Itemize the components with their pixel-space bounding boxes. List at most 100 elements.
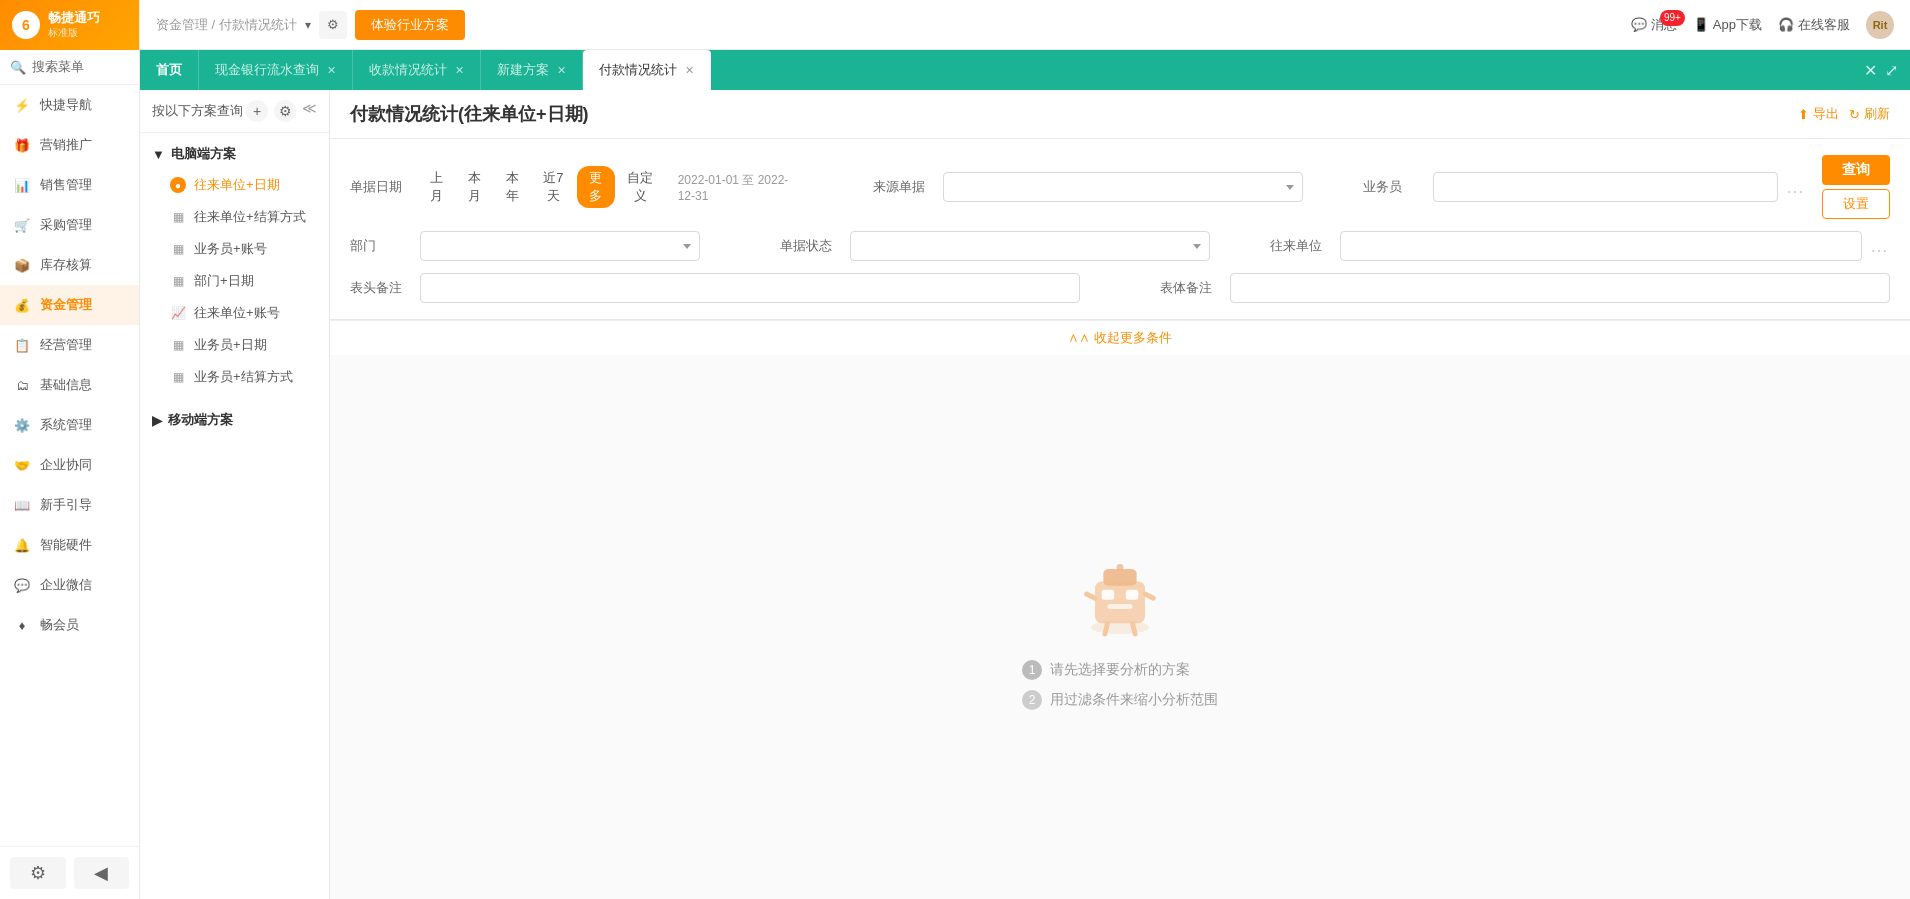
search-menu[interactable]: 🔍 搜索菜单	[0, 50, 139, 85]
sidebar-item-system[interactable]: ⚙️ 系统管理	[0, 405, 139, 445]
sidebar-items: ⚡ 快捷导航 🎁 营销推广 📊 销售管理 🛒 采购管理 📦 库存核算 💰 资金管…	[0, 85, 139, 645]
desktop-group-label: 电脑端方案	[171, 145, 236, 163]
scheme-item-salesman-account[interactable]: ▦业务员+账号	[140, 233, 329, 265]
app-download-action[interactable]: 📱 App下载	[1693, 16, 1762, 34]
breadcrumb-dropdown[interactable]: ▾	[305, 18, 311, 32]
app-label: App下载	[1713, 16, 1762, 34]
sidebar-item-enterprise[interactable]: 🤝 企业协同	[0, 445, 139, 485]
enterprise-label: 企业协同	[40, 456, 92, 474]
sidebar-item-basic-info[interactable]: 🗂 基础信息	[0, 365, 139, 405]
scheme-item-salesman-settle[interactable]: ▦业务员+结算方式	[140, 361, 329, 393]
query-button[interactable]: 查询	[1822, 155, 1890, 185]
purchase-label: 采购管理	[40, 216, 92, 234]
trial-button[interactable]: 体验行业方案	[355, 10, 465, 40]
date-btn-more[interactable]: 更多	[577, 166, 615, 208]
refresh-button[interactable]: ↻ 刷新	[1849, 105, 1890, 123]
desktop-scheme-group: ▼ 电脑端方案 ●往来单位+日期▦往来单位+结算方式▦业务员+账号▦部门+日期📈…	[140, 133, 329, 399]
tab-bank-flow[interactable]: 现金银行流水查询✕	[199, 50, 353, 90]
sidebar-item-guide[interactable]: 📖 新手引导	[0, 485, 139, 525]
tab-close-new-scheme[interactable]: ✕	[557, 64, 566, 77]
tab-close-bank-flow[interactable]: ✕	[327, 64, 336, 77]
side-panel-actions: + ⚙ ≪	[246, 100, 317, 122]
scheme-items: ●往来单位+日期▦往来单位+结算方式▦业务员+账号▦部门+日期📈往来单位+账号▦…	[140, 169, 329, 393]
settings-bottom-button[interactable]: ⚙	[10, 857, 66, 889]
empty-tip-2: 2 用过滤条件来缩小分析范围	[1022, 690, 1218, 710]
counterpart-label: 往来单位	[1270, 237, 1340, 255]
page-actions: ⬆ 导出 ↻ 刷新	[1798, 105, 1890, 123]
export-button[interactable]: ⬆ 导出	[1798, 105, 1839, 123]
source-select[interactable]	[943, 172, 1303, 202]
smart-icon: 🔔	[12, 535, 32, 555]
scheme-item-salesman-date[interactable]: ▦业务员+日期	[140, 329, 329, 361]
date-btn-custom[interactable]: 自定义	[619, 166, 662, 208]
dept-select[interactable]	[420, 231, 700, 261]
scheme-settings-button[interactable]: ⚙	[274, 100, 296, 122]
salesman-settle-icon: ▦	[170, 369, 186, 385]
close-tab-button[interactable]: ✕	[1864, 61, 1877, 80]
maximize-button[interactable]: ⤢	[1885, 61, 1898, 80]
tab-close-receipt-stats[interactable]: ✕	[455, 64, 464, 77]
svg-rect-5	[1103, 569, 1136, 586]
sidebar-item-member[interactable]: ♦ 畅会员	[0, 605, 139, 645]
page-header: 付款情况统计(往来单位+日期) ⬆ 导出 ↻ 刷新	[330, 90, 1910, 139]
date-btn-last-7-days[interactable]: 近7天	[534, 166, 573, 208]
scheme-item-counterpart-account[interactable]: 📈往来单位+账号	[140, 297, 329, 329]
sidebar-item-marketing[interactable]: 🎁 营销推广	[0, 125, 139, 165]
message-action[interactable]: 💬 消息 99+	[1631, 16, 1677, 34]
tip-number-2: 2	[1022, 690, 1042, 710]
sidebar-item-quick-nav[interactable]: ⚡ 快捷导航	[0, 85, 139, 125]
breadcrumb: 资金管理 / 付款情况统计	[156, 16, 297, 34]
date-range-value: 2022-01-01 至 2022-12-31	[678, 172, 793, 203]
collapse-bar[interactable]: ∧∧ 收起更多条件	[330, 320, 1910, 355]
sales-label: 销售管理	[40, 176, 92, 194]
export-icon: ⬆	[1798, 107, 1809, 122]
doc-status-select[interactable]	[850, 231, 1210, 261]
svg-rect-3	[1126, 590, 1139, 600]
collapse-label: 收起更多条件	[1094, 330, 1172, 345]
tabs-container: 首页现金银行流水查询✕收款情况统计✕新建方案✕付款情况统计✕	[140, 50, 711, 90]
header-note-input[interactable]	[420, 273, 1080, 303]
desktop-group-header[interactable]: ▼ 电脑端方案	[140, 139, 329, 169]
sidebar-item-smart[interactable]: 🔔 智能硬件	[0, 525, 139, 565]
date-btn-this-year[interactable]: 本年	[496, 166, 530, 208]
sidebar-item-finance[interactable]: 💰 资金管理	[0, 285, 139, 325]
counterpart-dots[interactable]: …	[1870, 236, 1890, 257]
counterpart-settle-label: 往来单位+结算方式	[194, 208, 306, 226]
operation-icon: 📋	[12, 335, 32, 355]
body-note-input[interactable]	[1230, 273, 1890, 303]
add-scheme-button[interactable]: +	[246, 100, 268, 122]
date-btn-this-month[interactable]: 本月	[458, 166, 492, 208]
header-note-label: 表头备注	[350, 279, 420, 297]
collapse-side-panel-button[interactable]: ≪	[302, 100, 317, 122]
header-gear-button[interactable]: ⚙	[319, 11, 347, 39]
user-avatar[interactable]: Rit	[1866, 11, 1894, 39]
tab-close-payment-stats[interactable]: ✕	[685, 64, 694, 77]
tab-receipt-stats[interactable]: 收款情况统计✕	[353, 50, 481, 90]
scheme-item-dept-date[interactable]: ▦部门+日期	[140, 265, 329, 297]
sidebar-item-inventory[interactable]: 📦 库存核算	[0, 245, 139, 285]
purchase-icon: 🛒	[12, 215, 32, 235]
counterpart-input[interactable]	[1340, 231, 1862, 261]
salesman-input[interactable]	[1433, 172, 1778, 202]
settings-button[interactable]: 设置	[1822, 189, 1890, 219]
filter-row-2: 部门 单据状态 往来单位 …	[350, 231, 1890, 261]
tab-payment-stats[interactable]: 付款情况统计✕	[583, 50, 711, 90]
date-btn-last-month[interactable]: 上月	[420, 166, 454, 208]
operation-label: 经营管理	[40, 336, 92, 354]
svg-line-8	[1145, 594, 1153, 598]
sidebar-item-purchase[interactable]: 🛒 采购管理	[0, 205, 139, 245]
scheme-item-counterpart-settle[interactable]: ▦往来单位+结算方式	[140, 201, 329, 233]
salesman-dots[interactable]: …	[1786, 177, 1806, 198]
collapse-sidebar-button[interactable]: ◀	[74, 857, 130, 889]
side-panel-title: 按以下方案查询	[152, 102, 243, 120]
scheme-item-counterpart-date[interactable]: ●往来单位+日期	[140, 169, 329, 201]
tab-new-scheme[interactable]: 新建方案✕	[481, 50, 583, 90]
tab-home[interactable]: 首页	[140, 50, 199, 90]
sidebar-item-operation[interactable]: 📋 经营管理	[0, 325, 139, 365]
date-buttons: 上月本月本年近7天更多自定义	[420, 166, 662, 208]
search-label: 搜索菜单	[32, 58, 84, 76]
service-action[interactable]: 🎧 在线客服	[1778, 16, 1850, 34]
mobile-group-header[interactable]: ▶ 移动端方案	[140, 405, 329, 435]
sidebar-item-sales[interactable]: 📊 销售管理	[0, 165, 139, 205]
sidebar-item-wechat[interactable]: 💬 企业微信	[0, 565, 139, 605]
